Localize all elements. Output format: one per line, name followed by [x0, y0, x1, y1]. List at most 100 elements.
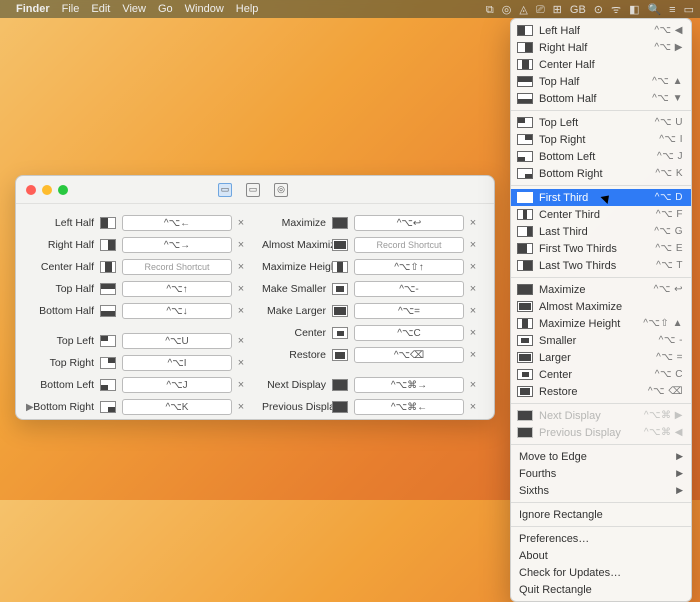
menu-item-about[interactable]: About [511, 547, 691, 564]
tab-shortcuts[interactable]: ▭ [218, 183, 232, 197]
clear-shortcut-button[interactable]: × [234, 261, 248, 273]
menu-item-top-half[interactable]: Top Half^⌥ ▲ [511, 73, 691, 90]
menu-item-ignore-rectangle[interactable]: Ignore Rectangle [511, 506, 691, 523]
clear-shortcut-button[interactable]: × [234, 283, 248, 295]
menubar-status-icon[interactable]: ⊞ [553, 4, 562, 16]
menu-item-right-half[interactable]: Right Half^⌥ ▶ [511, 39, 691, 56]
clear-shortcut-button[interactable]: × [234, 305, 248, 317]
menu-item-maximize-height[interactable]: Maximize Height^⌥⇧ ▲ [511, 315, 691, 332]
menubar-status-icon[interactable]: 🔍 [647, 4, 661, 16]
clear-shortcut-button[interactable]: × [234, 379, 248, 391]
shortcut-field[interactable]: ^⌥- [354, 281, 464, 297]
clear-shortcut-button[interactable]: × [234, 401, 248, 413]
menu-view[interactable]: View [122, 3, 146, 15]
menubar-status-icon[interactable]: ⊙ [594, 4, 603, 16]
menu-item-smaller[interactable]: Smaller^⌥ - [511, 332, 691, 349]
menu-shortcut: ^⌥ J [657, 151, 683, 162]
menubar-status-icon[interactable]: ▭ [684, 4, 694, 16]
shortcut-row: Maximize Height^⌥⇧↑× [262, 258, 480, 276]
menubar-status-icon[interactable]: ◧ [629, 4, 639, 16]
shortcut-field[interactable]: ^⌥U [122, 333, 232, 349]
clear-shortcut-button[interactable]: × [234, 217, 248, 229]
menu-item-left-half[interactable]: Left Half^⌥ ◀ [511, 22, 691, 39]
position-glyph-icon [100, 305, 116, 317]
shortcut-field[interactable]: ^⌥← [122, 215, 232, 231]
shortcut-field[interactable]: ^⌥I [122, 355, 232, 371]
clear-shortcut-button[interactable]: × [234, 239, 248, 251]
menubar-status-icon[interactable]: GB [570, 4, 586, 16]
clear-shortcut-button[interactable]: × [466, 261, 480, 273]
clear-shortcut-button[interactable]: × [466, 379, 480, 391]
menu-edit[interactable]: Edit [91, 3, 110, 15]
menu-item-last-third[interactable]: Last Third^⌥ G [511, 223, 691, 240]
menu-item-quit-rectangle[interactable]: Quit Rectangle [511, 581, 691, 598]
shortcut-field[interactable]: ^⌥⌘← [354, 399, 464, 415]
menu-item-bottom-left[interactable]: Bottom Left^⌥ J [511, 148, 691, 165]
clear-shortcut-button[interactable]: × [466, 327, 480, 339]
menubar-status-icon[interactable]: ⧉ [486, 4, 494, 16]
menu-item-label: Almost Maximize [539, 301, 683, 313]
menu-item-check-for-updates-[interactable]: Check for Updates… [511, 564, 691, 581]
shortcut-field[interactable]: ^⌥J [122, 377, 232, 393]
disclosure-toggle[interactable]: ▶ [26, 402, 34, 413]
shortcut-field[interactable]: ^⌥= [354, 303, 464, 319]
tab-settings[interactable]: ◎ [274, 183, 288, 197]
menu-item-preferences-[interactable]: Preferences… [511, 530, 691, 547]
menu-item-larger[interactable]: Larger^⌥ = [511, 349, 691, 366]
clear-shortcut-button[interactable]: × [466, 283, 480, 295]
shortcut-field[interactable]: Record Shortcut [122, 259, 232, 275]
menu-item-fourths[interactable]: Fourths▶ [511, 465, 691, 482]
menu-finder[interactable]: Finder [16, 3, 50, 15]
menu-item-bottom-half[interactable]: Bottom Half^⌥ ▼ [511, 90, 691, 107]
menu-file[interactable]: File [62, 3, 80, 15]
menu-go[interactable]: Go [158, 3, 173, 15]
position-glyph-icon [517, 335, 533, 346]
clear-shortcut-button[interactable]: × [234, 357, 248, 369]
menubar-status-icon[interactable]: ◎ [502, 4, 512, 16]
minimize-button[interactable] [42, 185, 52, 195]
menu-item-almost-maximize[interactable]: Almost Maximize [511, 298, 691, 315]
shortcut-field[interactable]: ^⌥⌫ [354, 347, 464, 363]
menu-item-sixths[interactable]: Sixths▶ [511, 482, 691, 499]
submenu-arrow-icon: ▶ [676, 468, 683, 479]
menu-item-restore[interactable]: Restore^⌥ ⌫ [511, 383, 691, 400]
menu-item-label: Bottom Left [539, 151, 657, 163]
shortcut-field[interactable]: Record Shortcut [354, 237, 464, 253]
clear-shortcut-button[interactable]: × [466, 217, 480, 229]
menu-item-top-left[interactable]: Top Left^⌥ U [511, 114, 691, 131]
menu-item-last-two-thirds[interactable]: Last Two Thirds^⌥ T [511, 257, 691, 274]
menu-item-center-third[interactable]: Center Third^⌥ F [511, 206, 691, 223]
shortcut-field[interactable]: ^⌥K [122, 399, 232, 415]
menu-item-first-third[interactable]: First Third^⌥ D [511, 189, 691, 206]
menu-window[interactable]: Window [185, 3, 224, 15]
clear-shortcut-button[interactable]: × [466, 239, 480, 251]
shortcut-field[interactable]: ^⌥↩ [354, 215, 464, 231]
menu-item-center[interactable]: Center^⌥ C [511, 366, 691, 383]
menubar-status-icon[interactable]: ≡ [669, 4, 675, 16]
clear-shortcut-button[interactable]: × [466, 305, 480, 317]
shortcut-field[interactable]: ^⌥↑ [122, 281, 232, 297]
menubar-status-icon[interactable]: ◬ [519, 4, 527, 16]
menubar-status-icon[interactable]: ᯤ [611, 4, 621, 16]
menu-item-maximize[interactable]: Maximize^⌥ ↩ [511, 281, 691, 298]
shortcut-label: Center Half [30, 261, 100, 273]
shortcut-field[interactable]: ^⌥C [354, 325, 464, 341]
clear-shortcut-button[interactable]: × [466, 401, 480, 413]
close-button[interactable] [26, 185, 36, 195]
menu-item-center-half[interactable]: Center Half [511, 56, 691, 73]
menu-item-first-two-thirds[interactable]: First Two Thirds^⌥ E [511, 240, 691, 257]
menu-item-bottom-right[interactable]: Bottom Right^⌥ K [511, 165, 691, 182]
shortcut-field[interactable]: ^⌥→ [122, 237, 232, 253]
clear-shortcut-button[interactable]: × [234, 335, 248, 347]
menu-item-move-to-edge[interactable]: Move to Edge▶ [511, 448, 691, 465]
shortcut-field[interactable]: ^⌥⌘→ [354, 377, 464, 393]
clear-shortcut-button[interactable]: × [466, 349, 480, 361]
shortcut-field[interactable]: ^⌥⇧↑ [354, 259, 464, 275]
menu-help[interactable]: Help [236, 3, 259, 15]
shortcut-field[interactable]: ^⌥↓ [122, 303, 232, 319]
zoom-button[interactable] [58, 185, 68, 195]
tab-snapping[interactable]: ▭ [246, 183, 260, 197]
menubar-status-icon[interactable]: ⎚ [536, 4, 545, 16]
shortcut-label: Restore [262, 349, 332, 361]
menu-item-top-right[interactable]: Top Right^⌥ I [511, 131, 691, 148]
